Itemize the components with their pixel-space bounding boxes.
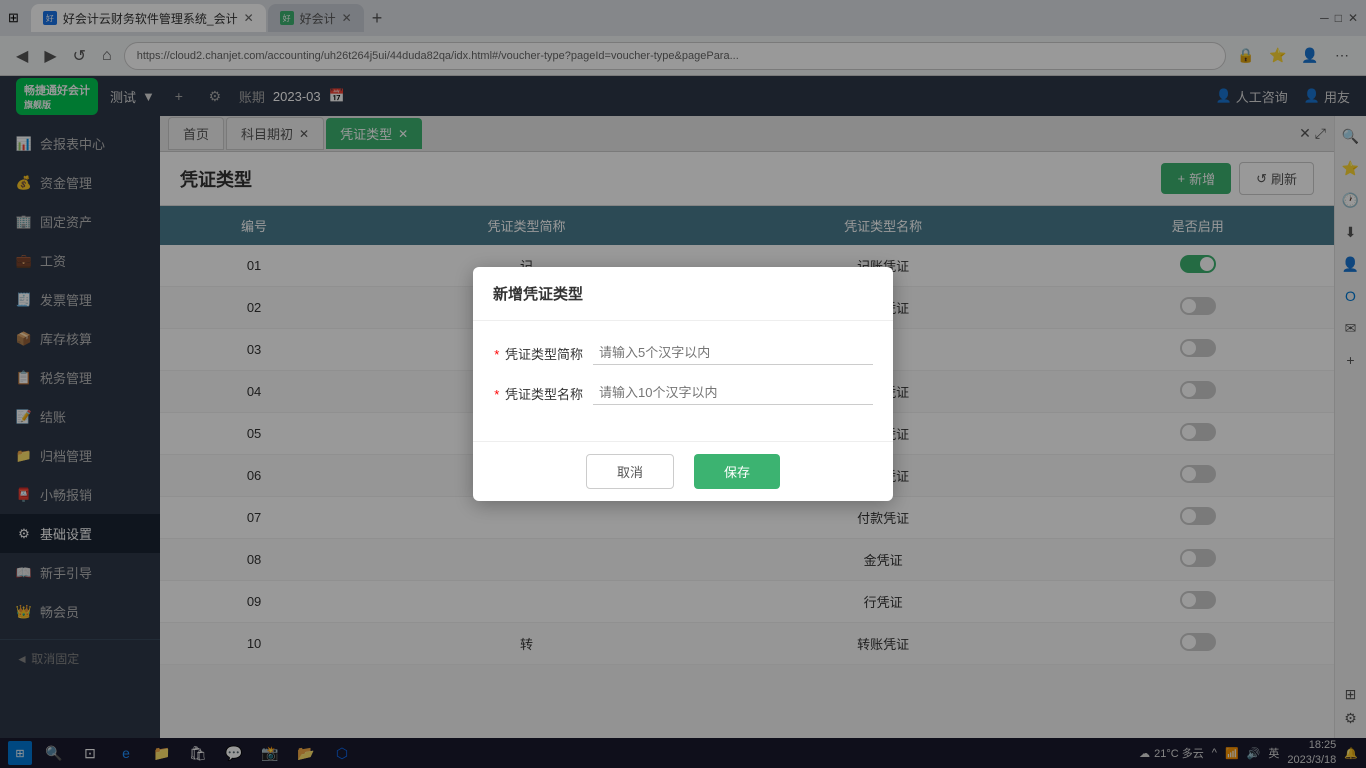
required-mark-2: * (494, 387, 499, 402)
add-voucher-dialog: 新增凭证类型 * 凭证类型简称 * 凭证类型名称 取消 (473, 267, 893, 501)
full-name-input[interactable] (593, 381, 873, 405)
dialog-overlay: 新增凭证类型 * 凭证类型简称 * 凭证类型名称 取消 (0, 0, 1366, 768)
form-row-short: * 凭证类型简称 (493, 341, 873, 365)
required-mark-1: * (494, 347, 499, 362)
form-row-full: * 凭证类型名称 (493, 381, 873, 405)
short-name-input[interactable] (593, 341, 873, 365)
dialog-title: 新增凭证类型 (473, 267, 893, 321)
dialog-body: * 凭证类型简称 * 凭证类型名称 (473, 321, 893, 441)
full-name-label: * 凭证类型名称 (493, 384, 593, 403)
cancel-button[interactable]: 取消 (586, 454, 674, 489)
short-name-label: * 凭证类型简称 (493, 344, 593, 363)
dialog-footer: 取消 保存 (473, 441, 893, 501)
save-button[interactable]: 保存 (694, 454, 780, 489)
